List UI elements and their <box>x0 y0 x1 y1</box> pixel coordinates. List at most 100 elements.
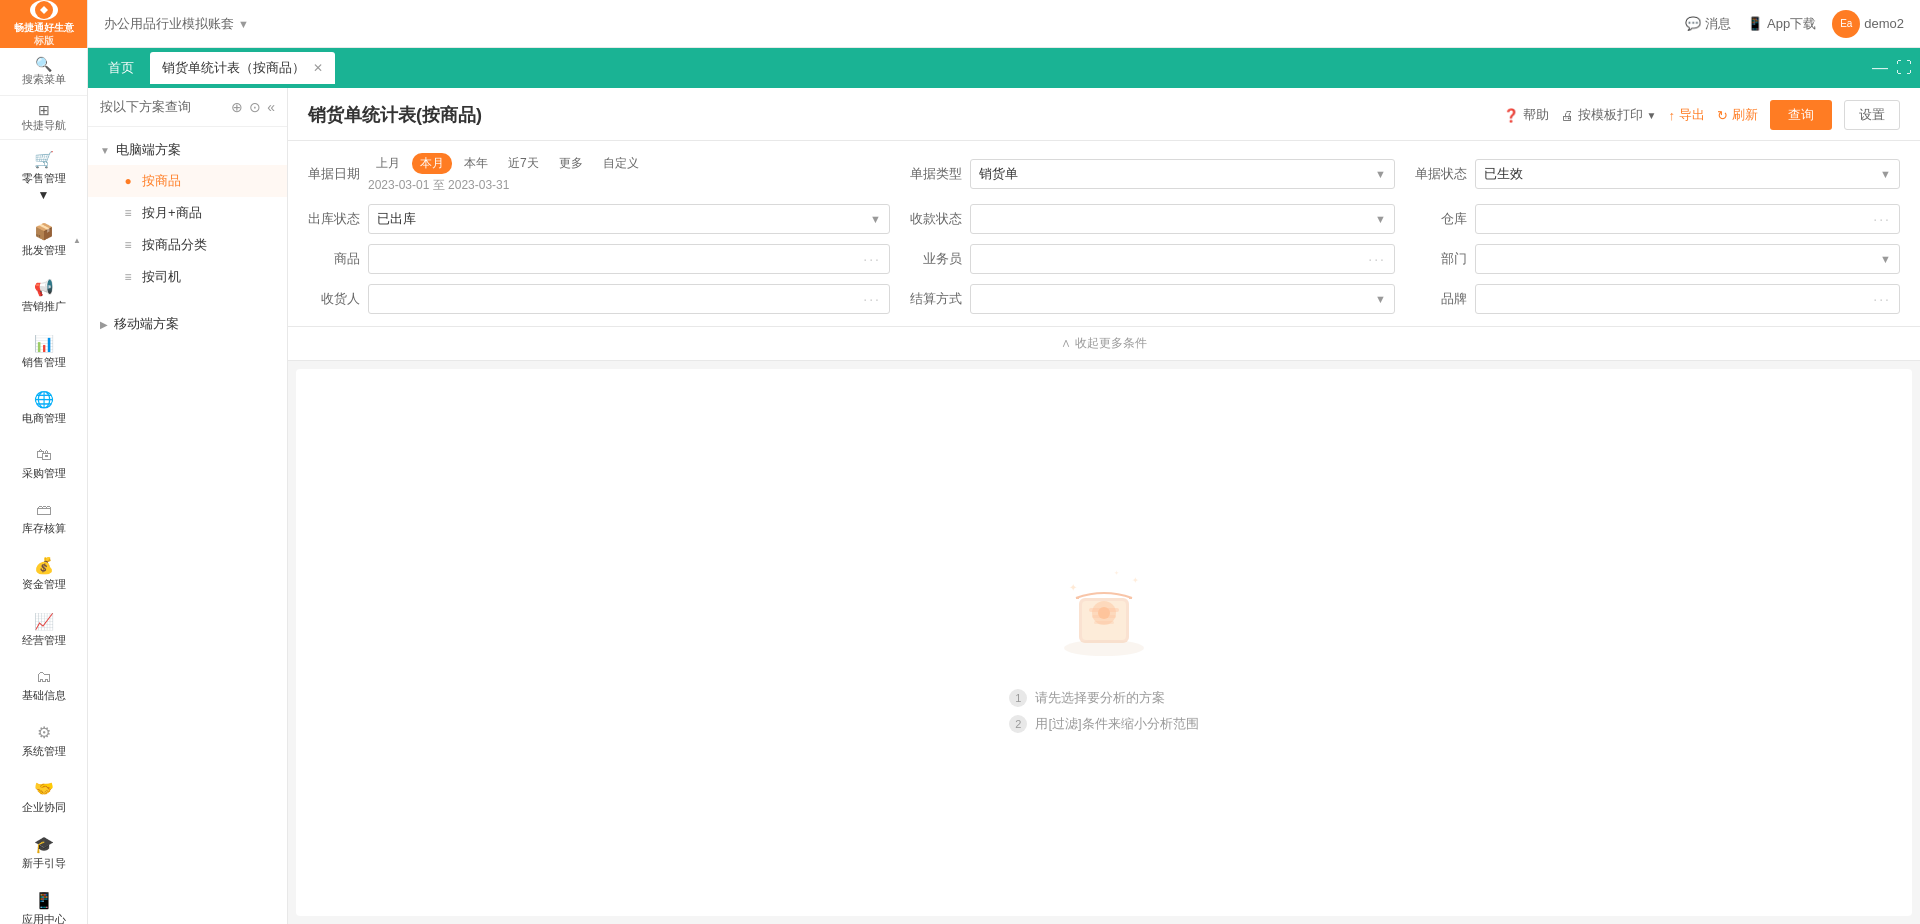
add-scheme-icon[interactable]: ⊕ <box>231 99 243 115</box>
mobile-group-expand-icon: ▶ <box>100 319 108 330</box>
sidebar-item-operations[interactable]: 📈 经营管理 <box>0 602 87 658</box>
marketing-icon: 📢 <box>34 278 54 297</box>
date-tab-thismonth[interactable]: 本月 <box>412 153 452 174</box>
scheme-by-category[interactable]: ≡ 按商品分类 <box>88 229 287 261</box>
sidebar-item-finance[interactable]: 💰 资金管理 <box>0 546 87 602</box>
appcenter-icon: 📱 <box>34 891 54 910</box>
doc-status-control[interactable]: 已生效 ▼ <box>1475 159 1900 189</box>
print-label: 按模板打印 <box>1578 106 1643 124</box>
tab-close-icon[interactable]: ✕ <box>313 61 323 75</box>
avatar-initials: Ea <box>1840 18 1852 29</box>
brand-label: 品牌 <box>1415 290 1475 308</box>
date-tab-lastmonth[interactable]: 上月 <box>368 153 408 174</box>
tab-maximize-button[interactable]: ⛶ <box>1896 59 1912 77</box>
sidebar-item-marketing[interactable]: 📢 营销推广 <box>0 268 87 324</box>
warehouse-dots-icon: ··· <box>1873 211 1891 227</box>
user-profile[interactable]: Ea demo2 <box>1832 10 1904 38</box>
by-month-icon: ≡ <box>120 205 136 221</box>
scheme-by-month-product[interactable]: ≡ 按月+商品 <box>88 197 287 229</box>
desktop-group-label: 电脑端方案 <box>116 141 181 159</box>
export-button[interactable]: ↑ 导出 <box>1669 106 1706 124</box>
settings-button[interactable]: 设置 <box>1844 100 1900 130</box>
settings-scheme-icon[interactable]: ⊙ <box>249 99 261 115</box>
filter-recipient: 收货人 ··· <box>308 284 890 314</box>
by-driver-icon: ≡ <box>120 269 136 285</box>
recipient-control[interactable]: ··· <box>368 284 890 314</box>
recipient-dots-icon: ··· <box>863 291 881 307</box>
avatar: Ea <box>1832 10 1860 38</box>
sidebar-item-appcenter[interactable]: 📱 应用中心 <box>0 881 87 924</box>
product-dots-icon: ··· <box>863 251 881 267</box>
filter-area: 单据日期 上月 本月 本年 近7天 更多 自定义 2023-03-01 至 20… <box>288 141 1920 327</box>
sidebar-item-wholesale[interactable]: 📦 批发管理 <box>0 212 87 268</box>
sidebar-item-system[interactable]: ⚙ 系统管理 <box>0 713 87 769</box>
refresh-button[interactable]: ↻ 刷新 <box>1717 106 1758 124</box>
scheme-header-label: 按以下方案查询 <box>100 98 191 116</box>
sidebar-item-purchase[interactable]: 🛍 采购管理 <box>0 436 87 491</box>
payment-method-control[interactable]: ▼ <box>970 284 1395 314</box>
product-control[interactable]: ··· <box>368 244 890 274</box>
retail-icon: 🛒 <box>34 150 54 169</box>
help-button[interactable]: ❓ 帮助 <box>1503 106 1549 124</box>
ecommerce-icon: 🌐 <box>34 390 54 409</box>
top-header: 办公用品行业模拟账套 ▼ 💬 消息 📱 App下载 Ea demo2 <box>88 0 1920 48</box>
query-button[interactable]: 查询 <box>1770 100 1832 130</box>
salesperson-dots-icon: ··· <box>1368 251 1386 267</box>
sidebar-item-basics[interactable]: 🗂 基础信息 <box>0 658 87 713</box>
tab-minimize-button[interactable]: — <box>1872 59 1888 77</box>
sales-label: 销售管理 <box>22 355 66 370</box>
quick-nav[interactable]: ⊞ 快捷导航 <box>0 96 87 140</box>
page-title: 销货单统计表(按商品) <box>308 103 482 127</box>
out-status-label: 出库状态 <box>308 210 368 228</box>
print-button[interactable]: 🖨 按模板打印 ▼ <box>1561 106 1657 124</box>
sidebar-item-newbie[interactable]: 🎓 新手引导 <box>0 825 87 881</box>
warehouse-control[interactable]: ··· <box>1475 204 1900 234</box>
svg-rect-6 <box>1089 608 1119 612</box>
tab-home[interactable]: 首页 <box>96 52 146 84</box>
sidebar-item-inventory[interactable]: 🗃 库存核算 <box>0 491 87 546</box>
search-menu-label: 搜索菜单 <box>4 72 83 87</box>
app-download-button[interactable]: 📱 App下载 <box>1747 15 1816 33</box>
page-title-row: 销货单统计表(按商品) ❓ 帮助 🖨 按模板打印 ▼ ↑ <box>308 100 1900 140</box>
scheme-by-product[interactable]: ● 按商品 <box>88 165 287 197</box>
desktop-group-header[interactable]: ▼ 电脑端方案 <box>88 135 287 165</box>
collapse-bar[interactable]: ∧ 收起更多条件 <box>288 327 1920 361</box>
wholesale-label: 批发管理 <box>22 243 66 258</box>
date-tab-7days[interactable]: 近7天 <box>500 153 547 174</box>
mobile-group-header[interactable]: ▶ 移动端方案 <box>88 309 287 339</box>
header-right: 💬 消息 📱 App下载 Ea demo2 <box>1685 10 1904 38</box>
payment-status-label: 收款状态 <box>910 210 970 228</box>
doc-type-control[interactable]: 销货单 ▼ <box>970 159 1395 189</box>
filter-payment-method: 结算方式 ▼ <box>910 284 1395 314</box>
search-menu[interactable]: 🔍 搜索菜单 <box>0 48 87 96</box>
date-label: 单据日期 <box>308 165 368 183</box>
doc-status-value: 已生效 <box>1484 165 1523 183</box>
out-status-control[interactable]: 已出库 ▼ <box>368 204 890 234</box>
finance-label: 资金管理 <box>22 577 66 592</box>
sidebar-item-cooperation[interactable]: 🤝 企业协同 <box>0 769 87 825</box>
tip-num-1: 1 <box>1009 689 1027 707</box>
tab-report[interactable]: 销货单统计表（按商品） ✕ <box>150 52 335 84</box>
warehouse-label: 仓库 <box>1415 210 1475 228</box>
date-tab-thisyear[interactable]: 本年 <box>456 153 496 174</box>
scheme-by-driver[interactable]: ≡ 按司机 <box>88 261 287 293</box>
payment-method-label: 结算方式 <box>910 290 970 308</box>
help-label: 帮助 <box>1523 106 1549 124</box>
date-tab-more[interactable]: 更多 <box>551 153 591 174</box>
sidebar-item-sales[interactable]: 📊 销售管理 <box>0 324 87 380</box>
industry-chevron-icon: ▼ <box>238 18 249 30</box>
sidebar-item-ecommerce[interactable]: 🌐 电商管理 <box>0 380 87 436</box>
date-tab-custom[interactable]: 自定义 <box>595 153 647 174</box>
collapse-panel-icon[interactable]: « <box>267 99 275 115</box>
messages-button[interactable]: 💬 消息 <box>1685 15 1731 33</box>
department-control[interactable]: ▼ <box>1475 244 1900 274</box>
doc-type-label: 单据类型 <box>910 165 970 183</box>
mobile-group-label: 移动端方案 <box>114 315 179 333</box>
empty-tip-1-label: 请先选择要分析的方案 <box>1035 689 1165 707</box>
brand-control[interactable]: ··· <box>1475 284 1900 314</box>
industry-selector[interactable]: 办公用品行业模拟账套 ▼ <box>104 15 249 33</box>
doc-type-arrow-icon: ▼ <box>1375 168 1386 180</box>
sidebar-item-retail[interactable]: 🛒 零售管理 <box>0 140 87 212</box>
payment-status-control[interactable]: ▼ <box>970 204 1395 234</box>
salesperson-control[interactable]: ··· <box>970 244 1395 274</box>
